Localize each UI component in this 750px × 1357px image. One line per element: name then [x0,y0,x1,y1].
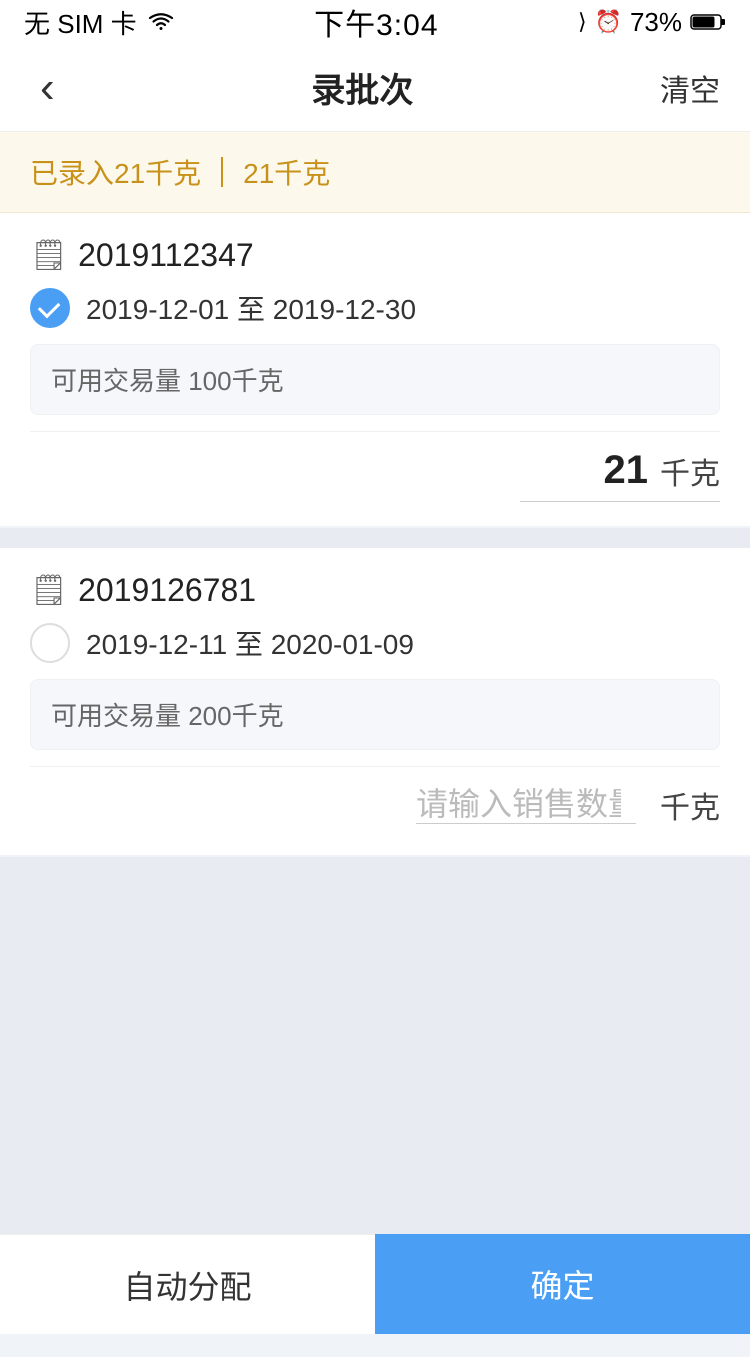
recorded-label: 已录入21千克 [30,152,201,192]
location-icon: ⟩ [578,9,587,35]
batch-icon-2: 🗒 [30,573,68,608]
amount-unit-1: 千克 [660,449,720,493]
batch-icon-1: 🗒 [30,238,68,273]
batch-date-2: 2019-12-11 至 2020-01-09 [86,623,414,663]
batch-date-1: 2019-12-01 至 2019-12-30 [86,288,416,328]
status-bar: 无 SIM 卡 下午3:04 ⟩ ⏰ 73% [0,0,750,44]
wifi-icon [147,12,175,32]
confirm-button[interactable]: 确定 [375,1234,750,1334]
amount-input-2[interactable] [416,786,636,824]
empty-area [0,857,750,1257]
clear-button[interactable]: 清空 [660,66,720,110]
back-button[interactable]: ‹ [30,53,65,123]
radio-checked-1[interactable] [30,288,70,328]
status-right: ⟩ ⏰ 73% [578,7,726,38]
battery-icon [690,12,726,32]
page-title: 录批次 [311,63,413,112]
batch-header-2: 🗒 2019126781 [30,572,720,609]
carrier-text: 无 SIM 卡 [24,4,137,41]
info-value: 21千克 [243,152,330,192]
section-separator [0,528,750,548]
battery-text: 73% [630,7,682,38]
info-banner: 已录入21千克 21千克 [0,132,750,213]
amount-underline-1 [520,501,720,502]
batch-amount-row-1: 21 千克 [30,431,720,501]
batch-date-row-1[interactable]: 2019-12-01 至 2019-12-30 [30,288,720,328]
batch-available-1: 可用交易量 100千克 [30,344,720,415]
bottom-bar: 自动分配 确定 [0,1234,750,1334]
nav-bar: ‹ 录批次 清空 [0,44,750,132]
batch-id-1: 2019112347 [78,237,254,274]
amount-value-1: 21 [604,448,649,493]
batch-id-2: 2019126781 [78,572,256,609]
batch-date-row-2[interactable]: 2019-12-11 至 2020-01-09 [30,623,720,663]
time-display: 下午3:04 [314,0,438,44]
auto-distribute-button[interactable]: 自动分配 [0,1234,375,1334]
info-divider [221,157,223,187]
status-left: 无 SIM 卡 [24,4,175,41]
batch-header-1: 🗒 2019112347 [30,237,720,274]
batch-available-2: 可用交易量 200千克 [30,679,720,750]
batch-item-2: 🗒 2019126781 2019-12-11 至 2020-01-09 可用交… [0,548,750,855]
amount-unit-2: 千克 [660,783,720,827]
alarm-icon: ⏰ [595,9,622,35]
radio-unchecked-2[interactable] [30,623,70,663]
batch-amount-row-2: 千克 [30,766,720,835]
batch-item-1: 🗒 2019112347 2019-12-01 至 2019-12-30 可用交… [0,213,750,526]
